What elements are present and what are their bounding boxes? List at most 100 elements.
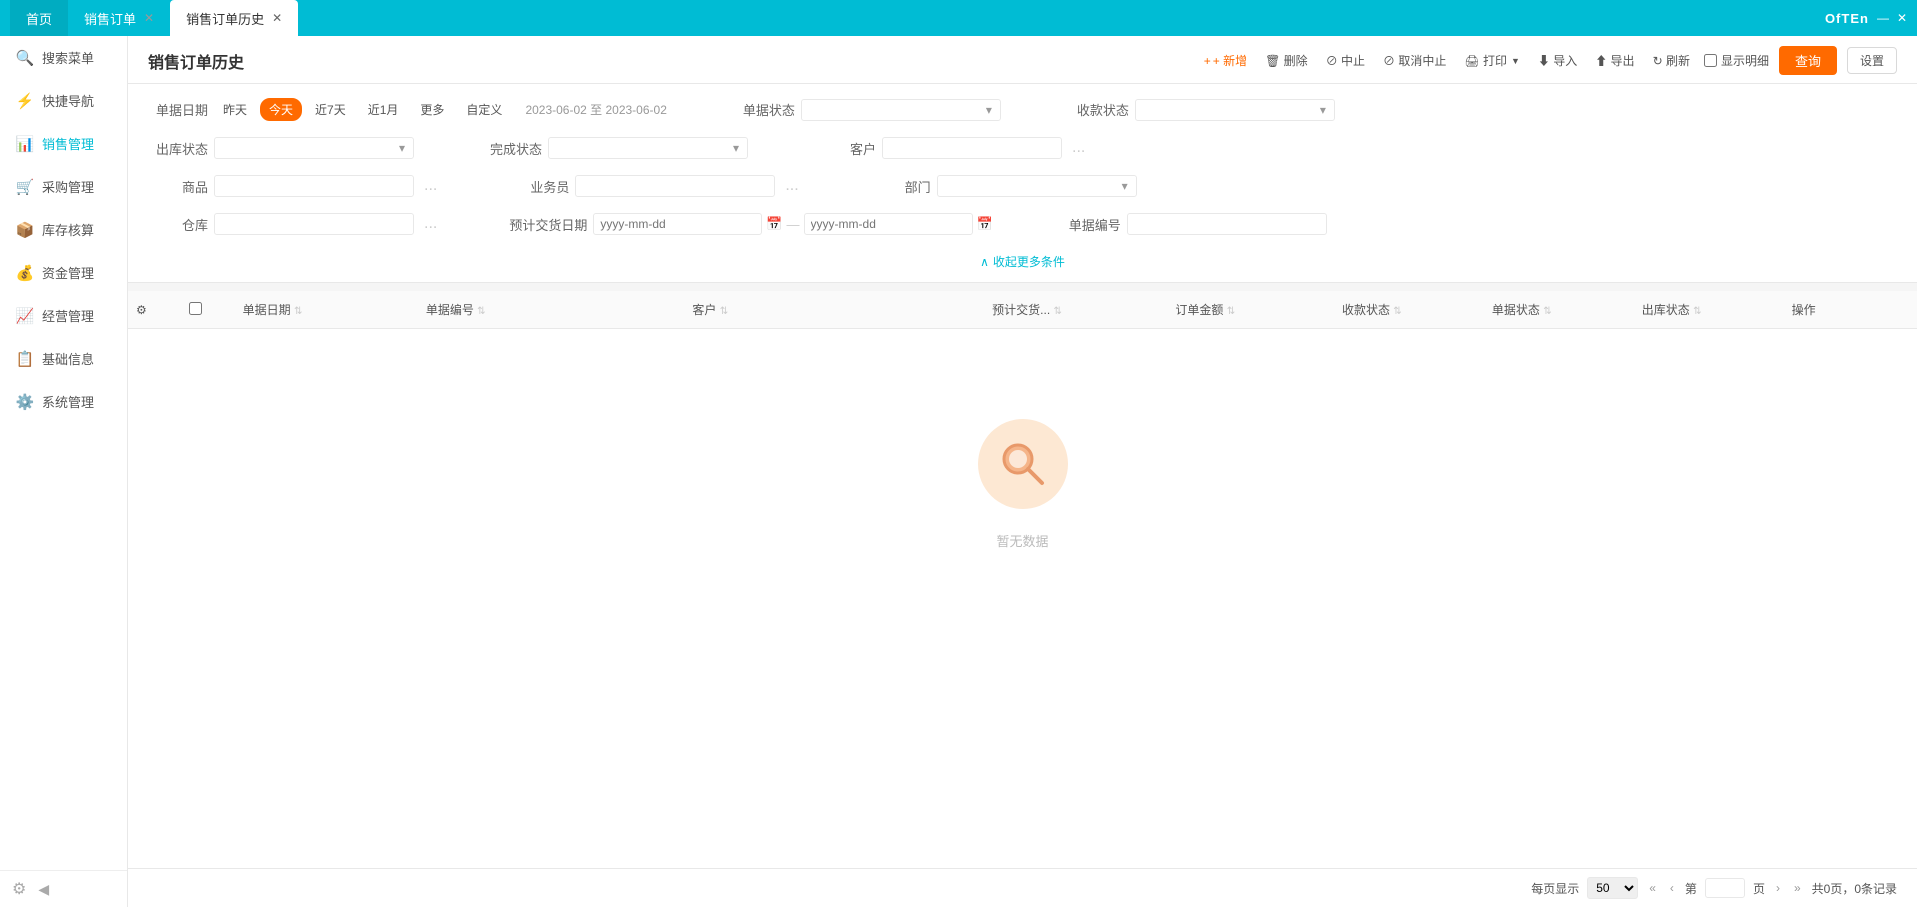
filter-row-1: 单据日期 昨天 今天 近7天 近1月 更多 自定义 2023-06-02 至 2…: [148, 84, 1897, 125]
table-settings-icon[interactable]: ⚙: [136, 303, 147, 317]
empty-state: 暂无数据: [128, 329, 1917, 630]
customer-dots[interactable]: ...: [1068, 140, 1089, 156]
cal-to-icon: 📅: [977, 216, 993, 232]
col-num-sort[interactable]: ⇅: [477, 306, 485, 317]
col-amount[interactable]: 订单金额 ⇅: [1167, 291, 1334, 329]
order-status-select[interactable]: ▾: [801, 99, 1001, 121]
sidebar-item-sales-mgmt[interactable]: 📊 销售管理: [0, 122, 127, 165]
page-next-btn[interactable]: ›: [1773, 881, 1783, 895]
complete-status-select[interactable]: ▾: [548, 137, 748, 159]
sidebar-item-purchase-mgmt[interactable]: 🛒 采购管理: [0, 165, 127, 208]
purchase-mgmt-icon: 🛒: [16, 178, 34, 196]
toolbar-cancel-stop-btn[interactable]: ⊘ 取消中止: [1379, 50, 1450, 71]
date-btn-1month[interactable]: 近1月: [359, 98, 408, 121]
col-delivery[interactable]: 预计交货... ⇅: [984, 291, 1167, 329]
sidebar-item-operations-label: 经营管理: [42, 306, 94, 325]
toolbar-refresh-btn[interactable]: ↻ 刷新: [1649, 50, 1694, 71]
salesman-dots[interactable]: ...: [781, 178, 802, 194]
collapse-btn[interactable]: ∧ 收起更多条件: [980, 249, 1065, 270]
refresh-label: ↻ 刷新: [1653, 52, 1690, 69]
top-bar: 首页 销售订单 ✕ 销售订单历史 ✕ OfTEn — ✕: [0, 0, 1917, 36]
delivery-date-to[interactable]: [804, 213, 973, 235]
tab-home[interactable]: 首页: [10, 0, 68, 36]
salesman-input[interactable]: [575, 175, 775, 197]
col-delivery-sort[interactable]: ⇅: [1693, 306, 1701, 317]
col-customer[interactable]: 客户 ⇅: [684, 291, 984, 329]
date-btn-7days[interactable]: 近7天: [306, 98, 355, 121]
export-label: ⬆ 导出: [1595, 52, 1634, 69]
complete-status-label: 完成状态: [482, 139, 542, 158]
toolbar-print-btn[interactable]: 🖨 打印 ▼: [1460, 50, 1524, 71]
sidebar-item-search-menu[interactable]: 🔍 搜索菜单: [0, 36, 127, 79]
sidebar-bottom: ⚙ ◀: [0, 870, 127, 907]
toolbar: + + 新增 🗑 删除 ⊘ 中止 ⊘ 取消中止 🖨 打印 ▼ ⬇ 导入: [1200, 46, 1897, 75]
per-page-select[interactable]: 50 10 20 100: [1587, 877, 1638, 899]
query-button[interactable]: 查询: [1779, 46, 1837, 75]
col-delivery-status[interactable]: 出库状态 ⇅: [1634, 291, 1784, 329]
toolbar-export-btn[interactable]: ⬆ 导出: [1591, 50, 1638, 71]
goods-input[interactable]: [214, 175, 414, 197]
sidebar-item-finance[interactable]: 💰 资金管理: [0, 251, 127, 294]
window-minimize[interactable]: —: [1877, 11, 1889, 25]
delivery-status-select[interactable]: ▾: [214, 137, 414, 159]
col-amount-sort[interactable]: ⇅: [1227, 306, 1235, 317]
filter-delivery-date-cell: 预计交货日期 📅 — 📅: [509, 209, 992, 239]
sidebar-item-system-mgmt[interactable]: ⚙️ 系统管理: [0, 380, 127, 423]
filter-row-3: 商品 ... 业务员 ... 部门 ▾: [148, 171, 1897, 201]
tab-sales-order[interactable]: 销售订单 ✕: [68, 0, 170, 36]
col-delivery-sort[interactable]: ⇅: [1054, 306, 1062, 317]
department-select[interactable]: ▾: [937, 175, 1137, 197]
table-area: ⚙ 单据日期 ⇅ 单据编号 ⇅: [128, 291, 1917, 868]
col-payment-status[interactable]: 收款状态 ⇅: [1334, 291, 1484, 329]
toolbar-import-btn[interactable]: ⬇ 导入: [1534, 50, 1581, 71]
date-btn-yesterday[interactable]: 昨天: [214, 98, 256, 121]
page-first-btn[interactable]: «: [1646, 881, 1659, 895]
page-prev-btn[interactable]: ‹: [1667, 881, 1677, 895]
order-num-input[interactable]: [1127, 213, 1327, 235]
select-all-checkbox[interactable]: [189, 302, 202, 315]
table-settings-col[interactable]: ⚙: [128, 291, 181, 329]
col-date-sort[interactable]: ⇅: [294, 306, 302, 317]
window-close[interactable]: ✕: [1897, 11, 1907, 25]
sidebar-item-inventory[interactable]: 📦 库存核算: [0, 208, 127, 251]
show-detail-checkbox[interactable]: 显示明细: [1704, 52, 1769, 69]
warehouse-dots[interactable]: ...: [420, 216, 441, 232]
date-btn-more[interactable]: 更多: [411, 98, 453, 121]
page-input[interactable]: 1: [1705, 878, 1745, 898]
table-checkbox-col[interactable]: [181, 291, 234, 329]
show-detail-input[interactable]: [1704, 54, 1717, 67]
date-btn-today[interactable]: 今天: [260, 98, 302, 121]
tab-sales-history[interactable]: 销售订单历史 ✕: [170, 0, 298, 36]
col-date[interactable]: 单据日期 ⇅: [235, 291, 418, 329]
col-customer-sort[interactable]: ⇅: [720, 306, 728, 317]
payment-status-select[interactable]: ▾: [1135, 99, 1335, 121]
col-order-status[interactable]: 单据状态 ⇅: [1484, 291, 1634, 329]
col-order-sort[interactable]: ⇅: [1543, 306, 1551, 317]
tab-sales-order-close[interactable]: ✕: [144, 11, 154, 25]
filter-goods-cell: 商品 ...: [148, 171, 441, 201]
tab-sales-history-close[interactable]: ✕: [272, 11, 282, 25]
toolbar-delete-btn[interactable]: 🗑 删除: [1261, 50, 1312, 71]
sidebar-item-quick-nav[interactable]: ⚡ 快捷导航: [0, 79, 127, 122]
brand-label: OfTEn: [1825, 11, 1869, 26]
sidebar-collapse-icon[interactable]: ◀: [38, 881, 49, 898]
page-last-btn[interactable]: »: [1791, 881, 1804, 895]
sidebar-item-basic-info-label: 基础信息: [42, 349, 94, 368]
sidebar-item-operations[interactable]: 📈 经营管理: [0, 294, 127, 337]
col-num[interactable]: 单据编号 ⇅: [418, 291, 685, 329]
toolbar-stop-btn[interactable]: ⊘ 中止: [1322, 50, 1369, 71]
filter-salesman-cell: 业务员 ...: [509, 171, 802, 201]
empty-search-svg: [998, 439, 1048, 489]
sidebar-settings-icon[interactable]: ⚙: [12, 879, 26, 899]
warehouse-input[interactable]: [214, 213, 414, 235]
stop-label: ⊘ 中止: [1326, 52, 1365, 69]
sidebar-item-basic-info[interactable]: 📋 基础信息: [0, 337, 127, 380]
settings-button[interactable]: 设置: [1847, 47, 1897, 74]
order-status-label: 单据状态: [735, 100, 795, 119]
col-payment-sort[interactable]: ⇅: [1393, 306, 1401, 317]
toolbar-new-btn[interactable]: + + 新增: [1200, 50, 1251, 71]
goods-dots[interactable]: ...: [420, 178, 441, 194]
customer-input[interactable]: [882, 137, 1062, 159]
date-btn-custom[interactable]: 自定义: [457, 98, 511, 121]
delivery-date-from[interactable]: [593, 213, 762, 235]
